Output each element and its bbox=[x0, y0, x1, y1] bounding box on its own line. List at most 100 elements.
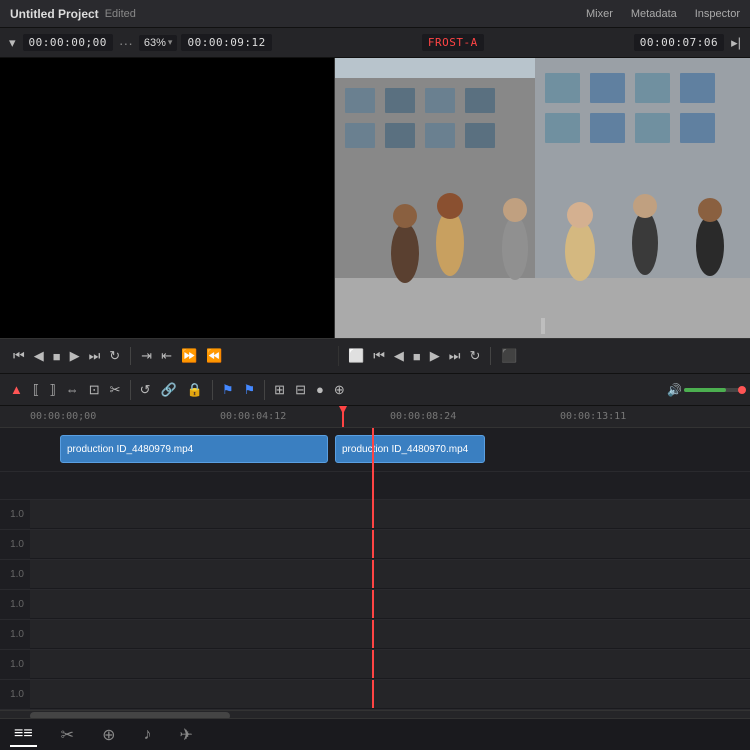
playhead-audio-7 bbox=[372, 680, 374, 708]
audio-label-7: 1.0 bbox=[0, 689, 30, 700]
tab-media[interactable]: ≡≡ bbox=[10, 723, 37, 747]
trim-b-btn[interactable]: ⟧ bbox=[45, 379, 59, 401]
dot-btn[interactable]: ● bbox=[312, 379, 328, 400]
dynamic-trim-btn[interactable]: ⊡ bbox=[85, 379, 104, 401]
out-point-btn[interactable]: ⇤ bbox=[158, 346, 175, 366]
title-right: Mixer Metadata Inspector bbox=[586, 8, 740, 20]
tab-deliver[interactable]: ✈ bbox=[175, 723, 196, 747]
r-ctrl-divider bbox=[490, 347, 491, 365]
metadata-button[interactable]: Metadata bbox=[631, 8, 677, 20]
in-point-btn[interactable]: ⇥ bbox=[138, 346, 155, 366]
top-toolbar: ▾ 00:00:00;00 ··· 63% ▾ 00:00:09:12 FROS… bbox=[0, 28, 750, 58]
tab-cut[interactable]: ✂ bbox=[57, 723, 78, 747]
view-btn[interactable]: ⬜ bbox=[345, 346, 367, 366]
mixer-button[interactable]: Mixer bbox=[586, 8, 613, 20]
audio-track-content-2[interactable] bbox=[30, 530, 750, 559]
title-bar: Untitled Project Edited Mixer Metadata I… bbox=[0, 0, 750, 28]
flag2-btn[interactable]: ⚑ bbox=[240, 379, 260, 401]
audio-label-4: 1.0 bbox=[0, 599, 30, 610]
options-btn[interactable]: ▸| bbox=[728, 33, 744, 53]
audio-track-content-4[interactable] bbox=[30, 590, 750, 619]
program-monitor bbox=[335, 58, 750, 338]
volume-bar[interactable]: 🔊 bbox=[667, 383, 744, 397]
video-track-content[interactable]: production ID_4480979.mp4 production ID_… bbox=[30, 428, 750, 471]
link-btn[interactable]: 🔗 bbox=[156, 379, 180, 401]
minus-btn[interactable]: ⊟ bbox=[291, 379, 310, 401]
clip-2-label: production ID_4480970.mp4 bbox=[342, 444, 468, 455]
r-stop-btn[interactable]: ■ bbox=[410, 347, 424, 366]
trim-a-btn[interactable]: ⟦ bbox=[29, 379, 43, 401]
ruler-tc-2: 00:00:08:24 bbox=[390, 411, 456, 422]
next-frame-btn[interactable]: ⏩ bbox=[178, 346, 200, 366]
edited-badge: Edited bbox=[105, 8, 136, 20]
bottom-bar: ≡≡ ✂ ⊕ ♪ ✈ bbox=[0, 718, 750, 750]
stop-btn[interactable]: ■ bbox=[50, 347, 64, 366]
loop-btn[interactable]: ↻ bbox=[106, 346, 123, 366]
tab-media-icon: ≡≡ bbox=[14, 725, 33, 742]
timeline-tracks: production ID_4480979.mp4 production ID_… bbox=[0, 428, 750, 710]
timecode-duration[interactable]: 00:00:09:12 bbox=[181, 34, 271, 51]
audio-track-content-5[interactable] bbox=[30, 620, 750, 649]
title-left: Untitled Project Edited bbox=[10, 7, 136, 21]
ruler-tc-3: 00:00:13:11 bbox=[560, 411, 626, 422]
empty-track-content[interactable] bbox=[30, 472, 750, 499]
r-play-btn[interactable]: ▶ bbox=[427, 346, 443, 366]
ruler-playhead bbox=[342, 406, 344, 428]
controls-row: ⏮ ◀ ■ ▶ ⏭ ↻ ⇥ ⇤ ⏩ ⏪ ⬜ ⏮ ◀ ■ ▶ ⏭ ↻ ⬛ bbox=[0, 338, 750, 374]
tab-fairlight[interactable]: ♪ bbox=[139, 724, 155, 746]
controls-left: ⏮ ◀ ■ ▶ ⏭ ↻ ⇥ ⇤ ⏩ ⏪ bbox=[4, 346, 339, 366]
volume-knob[interactable] bbox=[738, 386, 746, 394]
plus-btn[interactable]: ⊕ bbox=[330, 379, 349, 401]
audio-track-content-1[interactable] bbox=[30, 500, 750, 529]
chevron-down-btn[interactable]: ▾ bbox=[6, 33, 19, 53]
timecode-current[interactable]: 00:00:07:06 bbox=[634, 34, 724, 51]
step-back-btn[interactable]: ◀ bbox=[31, 346, 47, 366]
lock-btn[interactable]: 🔒 bbox=[183, 379, 207, 401]
timecode-source[interactable]: 00:00:00;00 bbox=[23, 34, 113, 51]
tab-cut-icon: ✂ bbox=[61, 727, 74, 744]
tab-fusion-icon: ⊕ bbox=[102, 727, 115, 744]
source-options[interactable]: ··· bbox=[117, 35, 135, 51]
r-extra-btn[interactable]: ⬛ bbox=[498, 346, 520, 366]
timeline-ruler: 00:00:00;00 00:00:04:12 00:00:08:24 00:0… bbox=[0, 406, 750, 428]
r-loop-btn[interactable]: ↻ bbox=[466, 346, 483, 366]
go-to-end-btn[interactable]: ⏭ bbox=[86, 346, 104, 366]
zoom-display[interactable]: 63% ▾ bbox=[139, 35, 178, 51]
r-step-back-btn[interactable]: ◀ bbox=[391, 346, 407, 366]
play-btn[interactable]: ▶ bbox=[67, 346, 83, 366]
audio-track-1: 1.0 bbox=[0, 500, 750, 530]
audio-track-content-6[interactable] bbox=[30, 650, 750, 679]
undo-btn[interactable]: ↺ bbox=[136, 379, 155, 401]
select-tool-btn[interactable]: ▲ bbox=[6, 379, 27, 400]
ctrl-divider bbox=[130, 347, 131, 365]
empty-video-track bbox=[0, 472, 750, 500]
tool-sep-3 bbox=[264, 380, 265, 400]
tab-fusion[interactable]: ⊕ bbox=[98, 723, 119, 747]
audio-track-content-3[interactable] bbox=[30, 560, 750, 589]
prev-frame-btn[interactable]: ⏪ bbox=[203, 346, 225, 366]
audio-track-content-7[interactable] bbox=[30, 680, 750, 709]
r-go-start-btn[interactable]: ⏮ bbox=[370, 346, 388, 366]
tools-toolbar: ▲ ⟦ ⟧ ⇔ ⊡ ✂ ↺ 🔗 🔒 ⚑ ⚑ ⊞ ⊟ ● ⊕ 🔊 bbox=[0, 374, 750, 406]
color-label[interactable]: FROST-A bbox=[422, 34, 484, 51]
ruler-playhead-head bbox=[339, 406, 347, 414]
audio-label-6: 1.0 bbox=[0, 659, 30, 670]
go-to-start-btn[interactable]: ⏮ bbox=[10, 346, 28, 366]
r-go-end-btn[interactable]: ⏭ bbox=[446, 346, 464, 366]
video-clip-2[interactable]: production ID_4480970.mp4 bbox=[335, 435, 485, 463]
speaker-icon: 🔊 bbox=[667, 383, 682, 397]
audio-track-6: 1.0 bbox=[0, 650, 750, 680]
volume-track[interactable] bbox=[684, 388, 744, 392]
flag-btn[interactable]: ⚑ bbox=[218, 379, 238, 401]
video-clip-1[interactable]: production ID_4480979.mp4 bbox=[60, 435, 328, 463]
ruler-tc-1: 00:00:04:12 bbox=[220, 411, 286, 422]
tab-fairlight-icon: ♪ bbox=[143, 726, 151, 743]
grid-btn[interactable]: ⊞ bbox=[270, 379, 289, 401]
playhead-audio-4 bbox=[372, 590, 374, 618]
audio-track-2: 1.0 bbox=[0, 530, 750, 560]
video-track-row: production ID_4480979.mp4 production ID_… bbox=[0, 428, 750, 472]
slide-btn[interactable]: ⇔ bbox=[62, 379, 83, 400]
razor-btn[interactable]: ✂ bbox=[106, 379, 125, 401]
inspector-button[interactable]: Inspector bbox=[695, 8, 740, 20]
clip-1-label: production ID_4480979.mp4 bbox=[67, 444, 193, 455]
